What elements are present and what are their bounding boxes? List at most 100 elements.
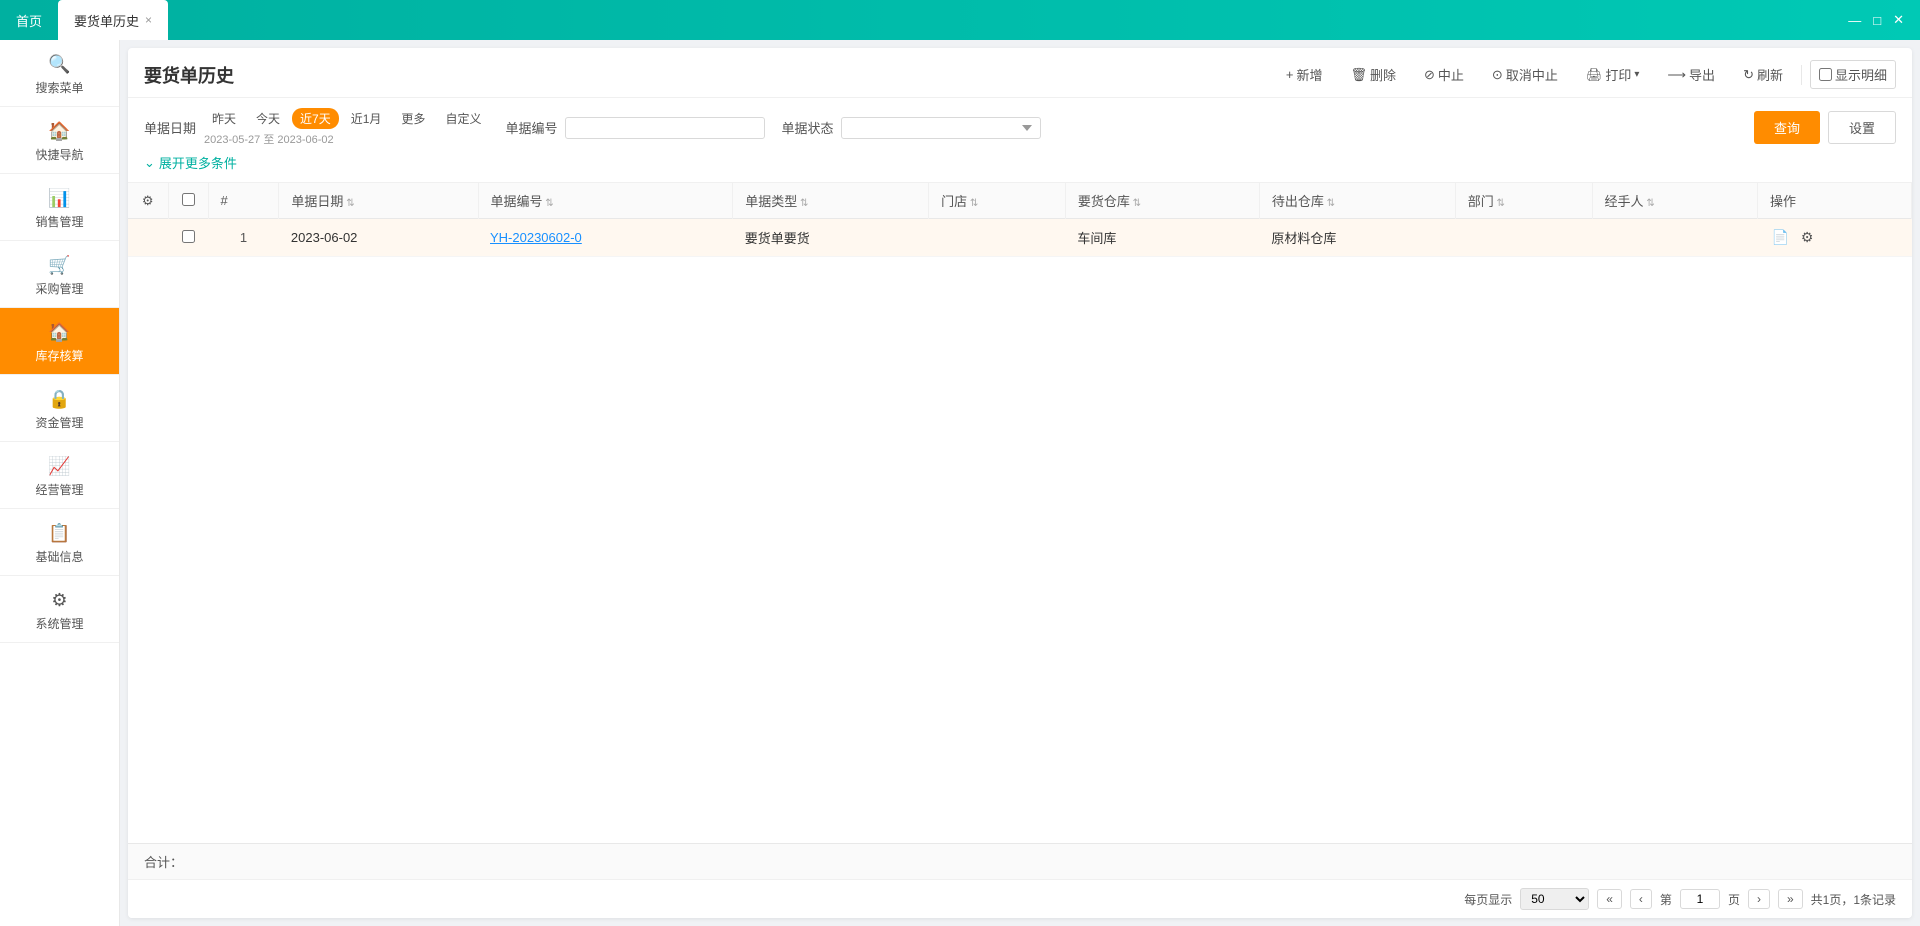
show-detail-button[interactable]: 显示明细 [1810,60,1896,89]
next-page-button[interactable]: › [1748,889,1770,909]
page-size-select[interactable]: 20 50 100 200 [1520,888,1589,910]
sidebar-item-label-basicinfo: 基础信息 [35,548,83,565]
page-size-label: 每页显示 [1464,891,1512,908]
col-department[interactable]: 部门 [1455,183,1592,219]
sidebar-item-label-system: 系统管理 [35,615,83,632]
page-header: 要货单历史 + 新增 🗑 删除 ⊘ 中止 ⊙ 取消中止 [128,48,1912,98]
settings-button[interactable]: 设置 [1828,111,1896,144]
col-number: # [208,183,279,219]
date-btn-custom[interactable]: 自定义 [437,108,489,129]
maximize-icon[interactable]: □ [1873,13,1881,28]
print-icon: 🖨 [1586,67,1603,83]
page-number-input[interactable] [1680,889,1720,909]
col-date[interactable]: 单据日期 [279,183,478,219]
col-bill-no[interactable]: 单据编号 [478,183,733,219]
pagination-bar: 每页显示 20 50 100 200 « ‹ 第 页 › » 共1页，1条记录 [128,879,1912,918]
tab-close-icon[interactable]: × [145,13,152,27]
date-btn-more[interactable]: 更多 [393,108,433,129]
date-btn-today[interactable]: 今天 [248,108,288,129]
sidebar-item-label-inventory: 库存核算 [35,347,83,364]
export-button[interactable]: ⟶ 导出 [1657,61,1725,88]
table-row: 1 2023-06-02 YH-20230602-0 要货单要货 车间库 原材料… [128,219,1912,257]
date-filter-label: 单据日期 [144,118,196,137]
add-icon: + [1286,67,1294,82]
sidebar-item-label-operations: 经营管理 [35,481,83,498]
main-layout: 🔍 搜索菜单 🏠 快捷导航 📊 销售管理 🛒 采购管理 🏠 库存核算 🔒 资金管… [0,40,1920,926]
row-req-warehouse: 车间库 [1065,219,1259,257]
close-icon[interactable]: ✕ [1893,12,1904,28]
print-button[interactable]: 🖨 打印 ▾ [1576,61,1650,88]
sidebar-item-inventory[interactable]: 🏠 库存核算 [0,308,119,375]
delete-button[interactable]: 🗑 删除 [1340,61,1406,88]
tab-home[interactable]: 首页 [0,0,58,40]
purchase-icon: 🛒 [48,255,70,276]
expand-more-button[interactable]: ⌄ 展开更多条件 [144,153,237,172]
tab-home-label: 首页 [16,11,42,30]
sidebar-item-sales[interactable]: 📊 销售管理 [0,174,119,241]
sidebar-item-system[interactable]: ⚙ 系统管理 [0,576,119,643]
page-label-pre: 第 [1660,891,1672,908]
select-all-checkbox[interactable] [182,193,195,206]
table-footer: 合计： [128,843,1912,879]
row-checkbox[interactable] [182,230,195,243]
print-label: 打印 [1605,65,1631,84]
show-detail-checkbox[interactable] [1819,68,1832,81]
date-btn-last7days[interactable]: 近7天 [292,108,339,129]
add-button[interactable]: + 新增 [1276,61,1333,88]
bill-status-select-wrapper [841,117,1041,139]
system-icon: ⚙ [51,590,67,611]
window-controls: — □ ✕ [1848,12,1920,28]
bill-status-select[interactable] [841,117,1041,139]
row-edit-button[interactable]: 📄 [1769,227,1790,248]
sidebar-item-operations[interactable]: 📈 经营管理 [0,442,119,509]
date-btn-last1month[interactable]: 近1月 [343,108,390,129]
query-button[interactable]: 查询 [1754,111,1820,144]
row-more-button[interactable]: ⚙ [1799,227,1816,248]
row-checkbox-cell[interactable] [168,219,208,257]
bill-number-input[interactable] [565,117,765,139]
sidebar-item-search-menu[interactable]: 🔍 搜索菜单 [0,40,119,107]
data-table: ⚙ # 单据日期 单据编号 单据类型 门店 要货仓库 待出仓库 部门 经手人 [128,183,1912,257]
sidebar-item-basic-info[interactable]: 📋 基础信息 [0,509,119,576]
col-checkbox[interactable] [168,183,208,219]
date-buttons: 昨天 今天 近7天 近1月 更多 自定义 [204,108,489,129]
col-actions: 操作 [1757,183,1911,219]
quick-nav-icon: 🏠 [48,121,70,142]
export-icon: ⟶ [1667,67,1686,83]
last-page-button[interactable]: » [1778,889,1803,909]
sidebar-item-label-purchase: 采购管理 [35,280,83,297]
row-bill-no[interactable]: YH-20230602-0 [478,219,733,257]
col-req-warehouse[interactable]: 要货仓库 [1065,183,1259,219]
sidebar: 🔍 搜索菜单 🏠 快捷导航 📊 销售管理 🛒 采购管理 🏠 库存核算 🔒 资金管… [0,40,120,926]
cancel-stop-button[interactable]: ⊙ 取消中止 [1482,61,1568,88]
col-handler[interactable]: 经手人 [1592,183,1757,219]
row-bill-type: 要货单要货 [733,219,929,257]
sidebar-item-quick-nav[interactable]: 🏠 快捷导航 [0,107,119,174]
date-btn-yesterday[interactable]: 昨天 [204,108,244,129]
page-label-post: 页 [1728,891,1740,908]
total-info: 共1页，1条记录 [1811,891,1896,908]
col-settings[interactable]: ⚙ [128,183,168,219]
sidebar-item-finance[interactable]: 🔒 资金管理 [0,375,119,442]
export-label: 导出 [1689,65,1715,84]
sidebar-item-label-finance: 资金管理 [35,414,83,431]
sidebar-item-label-sales: 销售管理 [35,213,83,230]
tab-bar: 首页 要货单历史 × [0,0,168,40]
row-actions: 📄 ⚙ [1757,219,1911,257]
col-bill-type[interactable]: 单据类型 [733,183,929,219]
inventory-icon: 🏠 [48,322,70,343]
stop-button[interactable]: ⊘ 中止 [1414,61,1474,88]
col-store[interactable]: 门店 [929,183,1066,219]
search-menu-icon: 🔍 [48,54,70,75]
refresh-label: 刷新 [1757,65,1783,84]
delete-icon: 🗑 [1350,67,1367,83]
prev-page-button[interactable]: ‹ [1630,889,1652,909]
col-pending-warehouse[interactable]: 待出仓库 [1259,183,1455,219]
sidebar-item-purchase[interactable]: 🛒 采购管理 [0,241,119,308]
refresh-button[interactable]: ↻ 刷新 [1733,61,1793,88]
first-page-button[interactable]: « [1597,889,1622,909]
cancel-stop-label: 取消中止 [1506,65,1558,84]
tab-order-history[interactable]: 要货单历史 × [58,0,168,40]
minimize-icon[interactable]: — [1848,13,1861,28]
toolbar-divider [1801,65,1802,85]
